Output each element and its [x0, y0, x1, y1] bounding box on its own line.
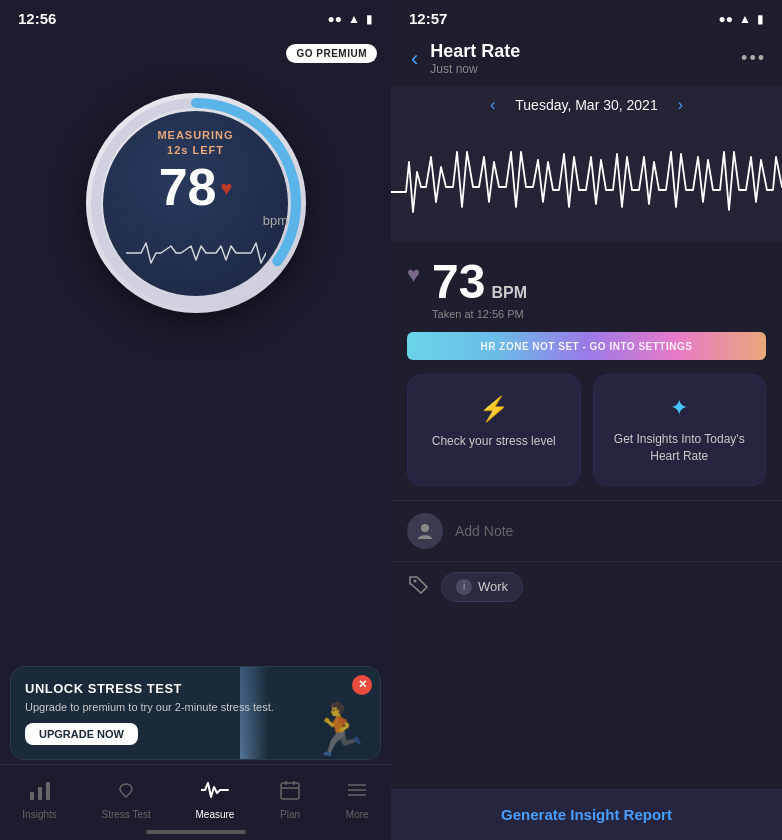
close-banner-button[interactable]: ✕ — [352, 675, 372, 695]
battery-icon: ▮ — [366, 12, 373, 26]
signal-icon: ▲ — [348, 12, 360, 26]
stress-test-icon — [115, 780, 137, 805]
status-bar-left: 12:56 ●● ▲ ▮ — [0, 0, 391, 33]
status-icons-right: ●● ▲ ▮ — [719, 12, 764, 26]
svg-rect-3 — [38, 787, 42, 800]
sun-icon: ✦ — [670, 395, 688, 421]
wifi-icon: ●● — [328, 12, 343, 26]
nav-plan-label: Plan — [280, 809, 300, 820]
svg-point-13 — [421, 524, 429, 532]
go-premium-button[interactable]: GO PREMIUM — [286, 44, 377, 63]
status-time-left: 12:56 — [18, 10, 56, 27]
generate-report-button[interactable]: Generate Insight Report — [391, 789, 782, 840]
user-avatar — [407, 513, 443, 549]
nav-stress-label: Stress Test — [102, 809, 151, 820]
svg-rect-5 — [281, 783, 299, 799]
plan-icon — [279, 780, 301, 805]
insights-card-label: Get Insights Into Today's Heart Rate — [608, 431, 752, 465]
insights-icon — [29, 780, 51, 805]
bpm-section: ♥ 73 BPM Taken at 12:56 PM — [391, 242, 782, 332]
svg-point-14 — [414, 580, 417, 583]
more-icon — [346, 780, 368, 805]
right-panel: 12:57 ●● ▲ ▮ ‹ Heart Rate Just now ••• ‹… — [391, 0, 782, 840]
heartbeat-line — [126, 238, 266, 268]
nav-stress-test[interactable]: Stress Test — [90, 772, 163, 828]
note-section: Add Note — [391, 500, 782, 561]
tag-icon — [407, 573, 431, 600]
status-icons-left: ●● ▲ ▮ — [328, 12, 373, 26]
gauge-inner: MEASURING 12s LEFT 78 ♥ bpm — [103, 111, 288, 296]
chart-date: Tuesday, Mar 30, 2021 — [515, 97, 657, 113]
bpm-large-unit: BPM — [491, 284, 527, 302]
nav-insights-label: Insights — [22, 809, 56, 820]
status-time-right: 12:57 — [409, 10, 447, 27]
wifi-icon-right: ●● — [719, 12, 734, 26]
back-button[interactable]: ‹ — [407, 42, 422, 76]
home-indicator-left — [146, 830, 246, 834]
insights-card[interactable]: ✦ Get Insights Into Today's Heart Rate — [593, 374, 767, 486]
chart-navigation: ‹ Tuesday, Mar 30, 2021 › — [391, 96, 782, 122]
chart-area: ‹ Tuesday, Mar 30, 2021 › — [391, 86, 782, 242]
tag-info-icon: i — [456, 579, 472, 595]
bottom-navigation: Insights Stress Test Measure — [0, 764, 391, 840]
bpm-unit-left: bpm — [263, 213, 288, 228]
work-tag-label: Work — [478, 579, 508, 594]
stress-level-card[interactable]: ⚡ Check your stress level — [407, 374, 581, 486]
unlock-title: UNLOCK STRESS TEST — [25, 681, 366, 696]
add-note-input[interactable]: Add Note — [455, 523, 513, 539]
lightning-icon: ⚡ — [479, 395, 509, 423]
chart-prev-button[interactable]: ‹ — [490, 96, 495, 114]
battery-icon-right: ▮ — [757, 12, 764, 26]
heart-icon-main: ♥ — [407, 262, 420, 288]
hr-zone-bar[interactable]: HR ZONE NOT SET - GO INTO SETTINGS — [407, 332, 766, 360]
gauge-container: MEASURING 12s LEFT 78 ♥ bpm — [86, 93, 306, 313]
work-tag[interactable]: i Work — [441, 572, 523, 602]
more-options-button[interactable]: ••• — [741, 48, 766, 69]
nav-plan[interactable]: Plan — [267, 772, 313, 828]
bpm-value: 78 — [159, 161, 217, 213]
screen-title: Heart Rate — [430, 41, 741, 62]
bpm-info: 73 BPM Taken at 12:56 PM — [432, 258, 766, 320]
status-bar-right: 12:57 ●● ▲ ▮ — [391, 0, 782, 33]
svg-rect-4 — [46, 782, 50, 800]
svg-rect-2 — [30, 792, 34, 800]
action-cards-container: ⚡ Check your stress level ✦ Get Insights… — [391, 374, 782, 500]
nav-measure-label: Measure — [196, 809, 235, 820]
header-title-group: Heart Rate Just now — [430, 41, 741, 76]
stress-level-label: Check your stress level — [432, 433, 556, 450]
chart-next-button[interactable]: › — [678, 96, 683, 114]
measure-icon — [201, 780, 229, 805]
hr-zone-text: HR ZONE NOT SET - GO INTO SETTINGS — [481, 341, 693, 352]
nav-more-label: More — [346, 809, 369, 820]
measuring-label: MEASURING 12s LEFT — [157, 128, 233, 157]
header-right: ‹ Heart Rate Just now ••• — [391, 33, 782, 86]
screen-subtitle: Just now — [430, 62, 741, 76]
upgrade-now-button[interactable]: UPGRADE NOW — [25, 723, 138, 745]
unlock-text-group: UNLOCK STRESS TEST Upgrade to premium to… — [25, 681, 366, 745]
nav-more[interactable]: More — [334, 772, 381, 828]
generate-report-label: Generate Insight Report — [501, 806, 672, 823]
bpm-large-display: 73 BPM — [432, 258, 766, 306]
chart-svg — [391, 122, 782, 242]
spacer — [391, 612, 782, 789]
unlock-stress-banner: 🏃 UNLOCK STRESS TEST Upgrade to premium … — [10, 666, 381, 760]
tags-section: i Work — [391, 561, 782, 612]
heart-rate-chart — [391, 122, 782, 242]
nav-measure[interactable]: Measure — [184, 772, 247, 828]
heart-icon-gauge: ♥ — [220, 177, 232, 200]
signal-icon-right: ▲ — [739, 12, 751, 26]
unlock-description: Upgrade to premium to try our 2-minute s… — [25, 700, 366, 715]
taken-at-label: Taken at 12:56 PM — [432, 308, 766, 320]
bpm-display: 78 ♥ — [159, 161, 233, 213]
left-panel: 12:56 ●● ▲ ▮ GO PREMIUM MEASURING 12s LE… — [0, 0, 391, 840]
nav-insights[interactable]: Insights — [10, 772, 68, 828]
bpm-large-value: 73 — [432, 258, 485, 306]
